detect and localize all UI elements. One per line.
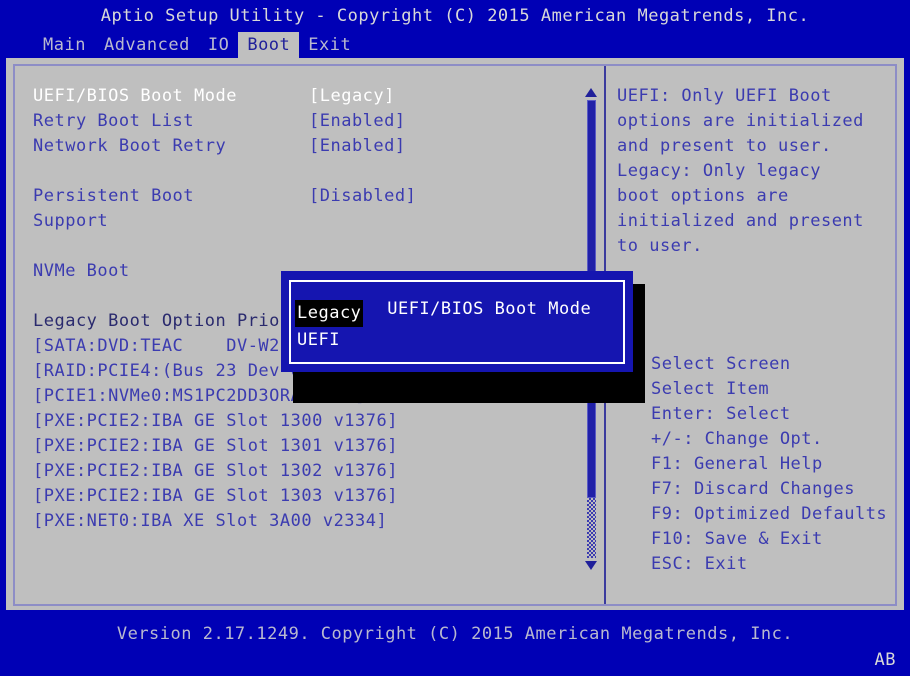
setting-row[interactable]: [PXE:PCIE2:IBA GE Slot 1303 v1376] xyxy=(33,484,578,509)
setting-label: [PXE:PCIE2:IBA GE Slot 1303 v1376] xyxy=(33,486,398,506)
key-legend-line: F9: Optimized Defaults xyxy=(617,502,897,527)
help-text-line: options are initialized xyxy=(617,111,864,131)
setting-row[interactable]: [PXE:NET0:IBA XE Slot 3A00 v2334] xyxy=(33,509,578,534)
help-text-line: and present to user. xyxy=(617,136,832,156)
dialog-option-row[interactable]: Legacy xyxy=(295,300,615,327)
menu-bar: Main Advanced IO Boot Exit xyxy=(34,32,360,60)
tab-boot[interactable]: Boot xyxy=(238,32,300,60)
setting-label: Legacy Boot Option Priority xyxy=(33,311,323,331)
key-legend-line: F7: Discard Changes xyxy=(617,477,897,502)
key-legend-label: +/-: Change Opt. xyxy=(651,429,823,449)
setting-value[interactable]: [Enabled] xyxy=(309,134,406,159)
setting-label: Network Boot Retry xyxy=(33,136,227,156)
tab-exit[interactable]: Exit xyxy=(299,32,360,56)
tab-advanced[interactable]: Advanced xyxy=(95,32,199,56)
setting-row[interactable]: [PXE:PCIE2:IBA GE Slot 1301 v1376] xyxy=(33,434,578,459)
key-legend-label: Select Screen xyxy=(651,354,791,374)
setting-label: [PXE:NET0:IBA XE Slot 3A00 v2334] xyxy=(33,511,388,531)
dialog-option-row[interactable]: UEFI xyxy=(295,327,615,354)
tab-io[interactable]: IO xyxy=(199,32,238,56)
key-legend-line: Enter: Select xyxy=(617,402,897,427)
setting-row[interactable]: Support xyxy=(33,209,578,234)
key-legend-label: ESC: Exit xyxy=(651,554,748,574)
setting-label: UEFI/BIOS Boot Mode xyxy=(33,86,237,106)
dialog-option-uefi[interactable]: UEFI xyxy=(295,327,342,354)
key-legend-line: +/-: Change Opt. xyxy=(617,427,897,452)
setting-row[interactable]: Network Boot Retry [Enabled] xyxy=(33,134,578,159)
footer-version-text: Version 2.17.1249. Copyright (C) 2015 Am… xyxy=(116,624,794,644)
key-legend-line: ESC: Exit xyxy=(617,552,897,577)
help-text-panel: UEFI: Only UEFI Boot options are initiali… xyxy=(617,84,897,259)
tab-main[interactable]: Main xyxy=(34,32,95,56)
help-text-line: Legacy: Only legacy xyxy=(617,161,821,181)
scrollbar-dotted-track xyxy=(587,498,596,558)
dialog-option-list: Legacy UEFI xyxy=(295,300,615,354)
key-legend-panel: ↔Select Screen↕Select ItemEnter: Select +… xyxy=(617,352,897,577)
bios-setup-screen: Aptio Setup Utility - Copyright (C) 2015… xyxy=(0,0,910,676)
setting-label: Support xyxy=(33,211,109,231)
setting-label: [PXE:PCIE2:IBA GE Slot 1301 v1376] xyxy=(33,436,398,456)
setting-row[interactable]: Retry Boot List [Enabled] xyxy=(33,109,578,134)
scroll-down-arrow-icon[interactable] xyxy=(585,561,597,570)
key-legend-label: F1: General Help xyxy=(651,454,823,474)
key-legend-line: F10: Save & Exit xyxy=(617,527,897,552)
scroll-up-arrow-icon[interactable] xyxy=(585,88,597,97)
dialog-option-legacy[interactable]: Legacy xyxy=(295,300,364,327)
key-legend-label: F10: Save & Exit xyxy=(651,529,823,549)
footer-corner-text: AB xyxy=(874,650,896,670)
key-legend-label: F9: Optimized Defaults xyxy=(651,504,888,524)
setting-label: [PXE:PCIE2:IBA GE Slot 1300 v1376] xyxy=(33,411,398,431)
setting-value[interactable]: [Legacy] xyxy=(309,84,395,109)
help-text-line: UEFI: Only UEFI Boot xyxy=(617,86,832,106)
key-legend-label: Enter: Select xyxy=(651,404,791,424)
setting-label: [PXE:PCIE2:IBA GE Slot 1302 v1376] xyxy=(33,461,398,481)
key-legend-line: ↔Select Screen xyxy=(617,352,897,377)
setting-row-spacer xyxy=(33,159,578,184)
key-legend-line: F1: General Help xyxy=(617,452,897,477)
key-legend-label: Select Item xyxy=(651,379,770,399)
setting-row[interactable]: [PXE:PCIE2:IBA GE Slot 1300 v1376] xyxy=(33,409,578,434)
setting-label: NVMe Boot xyxy=(33,261,130,281)
key-legend-line: ↕Select Item xyxy=(617,377,897,402)
setting-row[interactable]: UEFI/BIOS Boot Mode [Legacy] xyxy=(33,84,578,109)
setting-row[interactable]: Persistent Boot [Disabled] xyxy=(33,184,578,209)
setting-row[interactable]: [PXE:PCIE2:IBA GE Slot 1302 v1376] xyxy=(33,459,578,484)
help-text-line: initialized and present xyxy=(617,211,864,231)
setting-label: Retry Boot List xyxy=(33,111,195,131)
help-text-line: boot options are xyxy=(617,186,789,206)
key-legend-label: F7: Discard Changes xyxy=(651,479,855,499)
page-title: Aptio Setup Utility - Copyright (C) 2015… xyxy=(100,6,810,26)
boot-mode-dialog[interactable]: UEFI/BIOS Boot Mode Legacy UEFI xyxy=(281,271,633,372)
setting-row-spacer xyxy=(33,234,578,259)
setting-value[interactable]: [Disabled] xyxy=(309,184,416,209)
help-text-line: to user. xyxy=(617,236,703,256)
setting-value[interactable]: [Enabled] xyxy=(309,109,406,134)
setting-label: Persistent Boot xyxy=(33,186,195,206)
